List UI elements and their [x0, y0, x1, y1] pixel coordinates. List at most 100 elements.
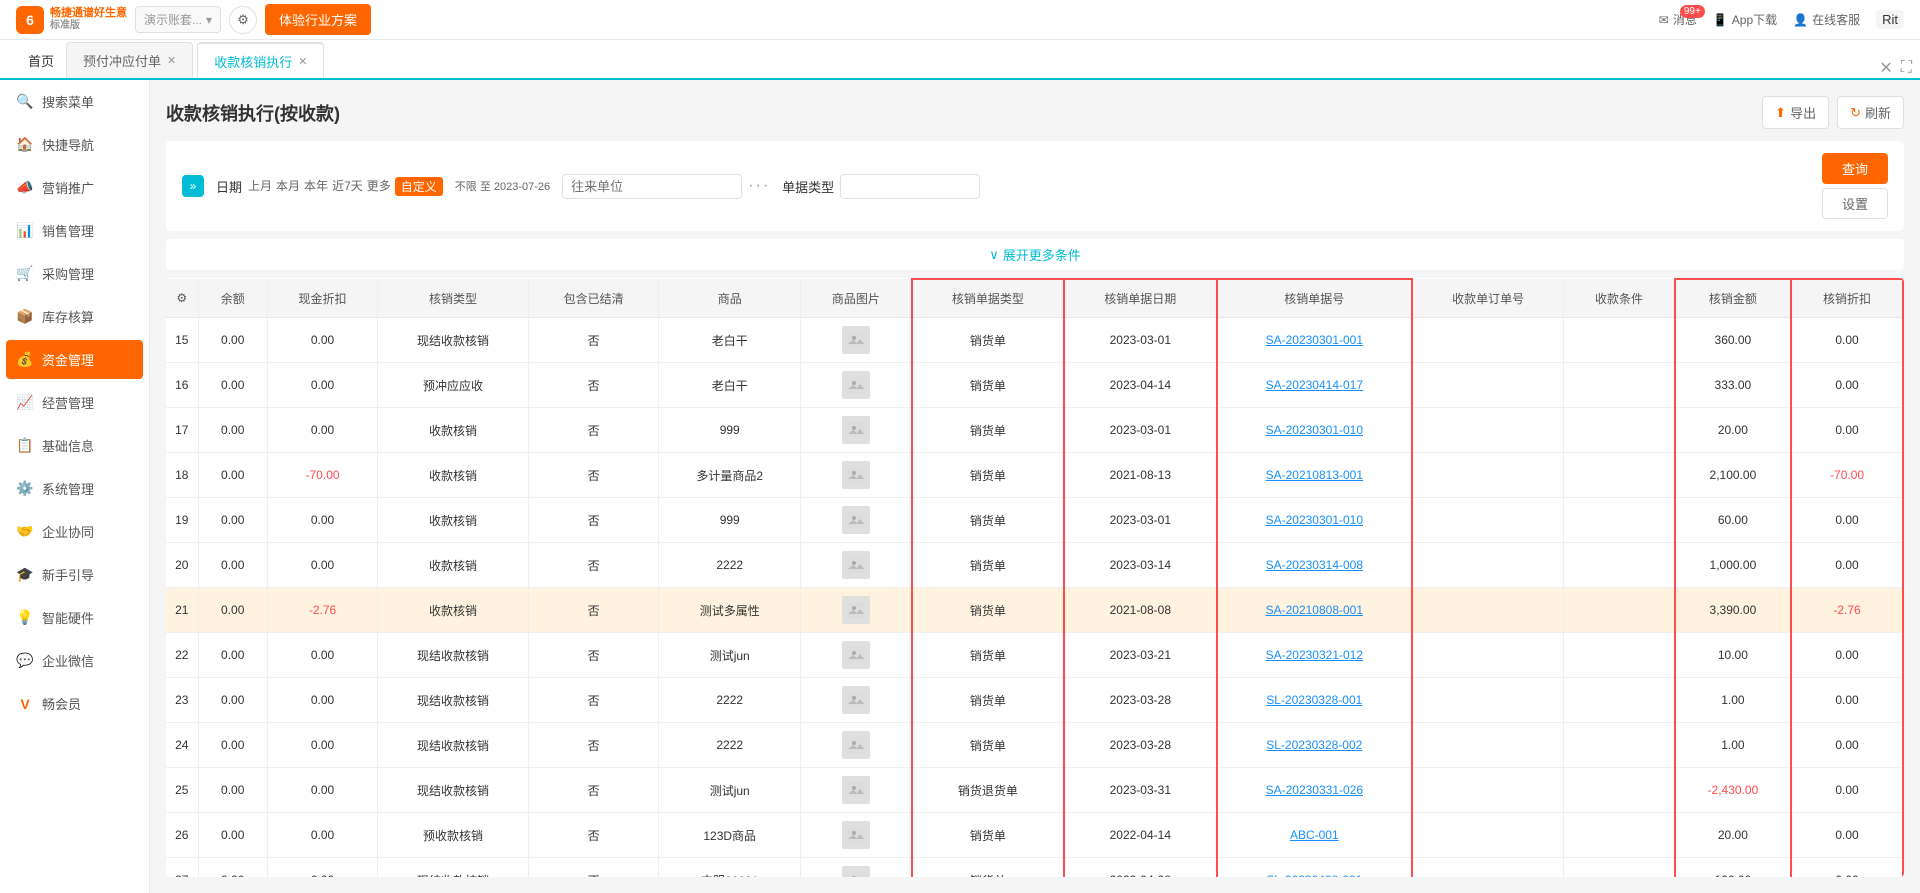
cell-goods: 999 [659, 498, 801, 543]
store-selector[interactable]: 演示账套... ▾ [135, 6, 221, 33]
sidebar-item-guide[interactable]: 🎓 新手引导 [0, 553, 149, 596]
user-info[interactable]: Rit [1876, 10, 1904, 29]
date-this-year[interactable]: 本年 [304, 177, 328, 196]
cell-goods-img [801, 813, 912, 858]
sidebar-item-basic[interactable]: 📋 基础信息 [0, 424, 149, 467]
cell-goods-img [801, 363, 912, 408]
cell-verify-amount: 3,390.00 [1675, 588, 1791, 633]
gear-button[interactable]: ⚙ [229, 6, 257, 34]
voucher-type-filter-group: 单据类型 [782, 174, 980, 199]
cell-verify-no[interactable]: SA-20230414-017 [1217, 363, 1413, 408]
cell-receipt-order-no [1412, 813, 1564, 858]
cell-verify-no[interactable]: SA-20230301-010 [1217, 408, 1413, 453]
cell-verify-no[interactable]: SL-20230408-001 [1217, 858, 1413, 878]
refresh-button[interactable]: ↻ 刷新 [1837, 96, 1904, 129]
cell-verify-date: 2023-03-14 [1064, 543, 1216, 588]
cell-verify-no[interactable]: SA-20210813-001 [1217, 453, 1413, 498]
date-this-month[interactable]: 本月 [276, 177, 300, 196]
cell-balance: 0.00 [198, 813, 267, 858]
cell-verify-no[interactable]: SL-20230328-001 [1217, 678, 1413, 723]
query-button[interactable]: 查询 [1822, 153, 1888, 184]
cell-receipt-order-no [1412, 408, 1564, 453]
date-last-month[interactable]: 上月 [248, 177, 272, 196]
cell-balance: 0.00 [198, 588, 267, 633]
cell-verify-no[interactable]: SA-20230331-026 [1217, 768, 1413, 813]
close-all-icon[interactable]: ✕ [1879, 58, 1892, 78]
cell-verify-type: 收款核销 [378, 498, 529, 543]
sidebar-item-marketing[interactable]: 📣 营销推广 [0, 166, 149, 209]
cell-goods: 测试多属性 [659, 588, 801, 633]
tab-home[interactable]: 首页 [16, 42, 66, 78]
cell-receipt-condition [1564, 633, 1675, 678]
cell-balance: 0.00 [198, 858, 267, 878]
search-icon: 🔍 [16, 93, 34, 111]
cell-receipt-condition [1564, 768, 1675, 813]
sidebar-item-hardware[interactable]: 💡 智能硬件 [0, 596, 149, 639]
cell-goods: 2222 [659, 723, 801, 768]
expand-icon[interactable]: ⛶ [1901, 59, 1912, 77]
counterparty-dots[interactable]: ··· [748, 177, 770, 195]
table-row: 17 0.00 0.00 收款核销 否 999 销货单 2023-03-01 S… [166, 408, 1903, 453]
filter-settings-button[interactable]: 设置 [1822, 188, 1888, 219]
tab-verify-close[interactable]: ✕ [298, 55, 307, 68]
cell-cash-discount: 0.00 [267, 633, 377, 678]
cell-verify-no[interactable]: SA-20230314-008 [1217, 543, 1413, 588]
counterparty-input[interactable] [562, 174, 742, 199]
cell-no: 20 [166, 543, 198, 588]
sidebar-item-sales[interactable]: 📊 销售管理 [0, 209, 149, 252]
col-settings[interactable]: ⚙ [166, 279, 198, 318]
table-row: 15 0.00 0.00 现结收款核销 否 老白干 销货单 2023-03-01… [166, 318, 1903, 363]
cell-include-settled: 否 [528, 498, 658, 543]
refresh-label: 刷新 [1865, 103, 1891, 122]
sidebar-item-corp[interactable]: 🤝 企业协同 [0, 510, 149, 553]
cell-verify-amount: 1.00 [1675, 678, 1791, 723]
cell-verify-type: 现结收款核销 [378, 723, 529, 768]
cell-verify-no[interactable]: SL-20230328-002 [1217, 723, 1413, 768]
cell-receipt-order-no [1412, 498, 1564, 543]
cell-verify-no[interactable]: SA-20230321-012 [1217, 633, 1413, 678]
cell-verify-no[interactable]: ABC-001 [1217, 813, 1413, 858]
page-header: 收款核销执行(按收款) ⬆ 导出 ↻ 刷新 [166, 96, 1904, 129]
cell-verify-no[interactable]: SA-20230301-001 [1217, 318, 1413, 363]
sidebar-item-inventory[interactable]: 📦 库存核算 [0, 295, 149, 338]
cell-balance: 0.00 [198, 723, 267, 768]
export-button[interactable]: ⬆ 导出 [1762, 96, 1829, 129]
tab-verify-label: 收款核销执行 [214, 52, 292, 71]
cell-verify-date: 2023-03-01 [1064, 498, 1216, 543]
cell-verify-discount: 0.00 [1791, 723, 1903, 768]
cell-verify-no[interactable]: SA-20230301-010 [1217, 498, 1413, 543]
service-button[interactable]: 👤 在线客服 [1793, 11, 1860, 28]
message-button[interactable]: ✉ 消息 99+ [1659, 11, 1697, 28]
cell-receipt-order-no [1412, 588, 1564, 633]
voucher-type-select[interactable] [840, 174, 980, 199]
tab-bar: 首页 预付冲应付单 ✕ 收款核销执行 ✕ ✕ ⛶ [0, 40, 1920, 80]
sidebar-item-quick-nav[interactable]: 🏠 快捷导航 [0, 123, 149, 166]
cell-receipt-condition [1564, 498, 1675, 543]
tab-prepay[interactable]: 预付冲应付单 ✕ [66, 42, 193, 78]
sidebar-item-purchase[interactable]: 🛒 采购管理 [0, 252, 149, 295]
tab-prepay-label: 预付冲应付单 [83, 51, 161, 70]
sidebar-item-wechat[interactable]: 💬 企业微信 [0, 639, 149, 682]
expand-more-bar[interactable]: ∨ 展开更多条件 [166, 239, 1904, 270]
date-last-7days[interactable]: 近7天 [332, 177, 363, 196]
export-icon: ⬆ [1775, 105, 1786, 121]
tab-verify[interactable]: 收款核销执行 ✕ [197, 42, 324, 78]
tab-prepay-close[interactable]: ✕ [167, 54, 176, 67]
cell-verify-voucher-type: 销货单 [912, 498, 1064, 543]
filter-expand-button[interactable]: » [182, 175, 204, 197]
sidebar-item-system[interactable]: ⚙️ 系统管理 [0, 467, 149, 510]
date-more[interactable]: 更多 [367, 177, 391, 196]
chevron-down-icon: ∨ [989, 247, 999, 263]
cell-include-settled: 否 [528, 588, 658, 633]
sidebar-item-finance[interactable]: 💰 资金管理 [6, 340, 143, 379]
cell-verify-discount: -2.76 [1791, 588, 1903, 633]
app-download-button[interactable]: 📱 App下载 [1713, 11, 1777, 28]
sidebar-item-member[interactable]: V 畅会员 [0, 682, 149, 725]
date-custom[interactable]: 自定义 [395, 177, 443, 196]
table-row: 18 0.00 -70.00 收款核销 否 多计量商品2 销货单 2021-08… [166, 453, 1903, 498]
cell-verify-no[interactable]: SA-20210808-001 [1217, 588, 1413, 633]
sidebar-item-operation[interactable]: 📈 经营管理 [0, 381, 149, 424]
sidebar-item-search[interactable]: 🔍 搜索菜单 [0, 80, 149, 123]
top-bar: 6 畅捷通谱好生意 标准版 演示账套... ▾ ⚙ 体验行业方案 ✉ 消息 99… [0, 0, 1920, 40]
industry-button[interactable]: 体验行业方案 [265, 4, 371, 35]
